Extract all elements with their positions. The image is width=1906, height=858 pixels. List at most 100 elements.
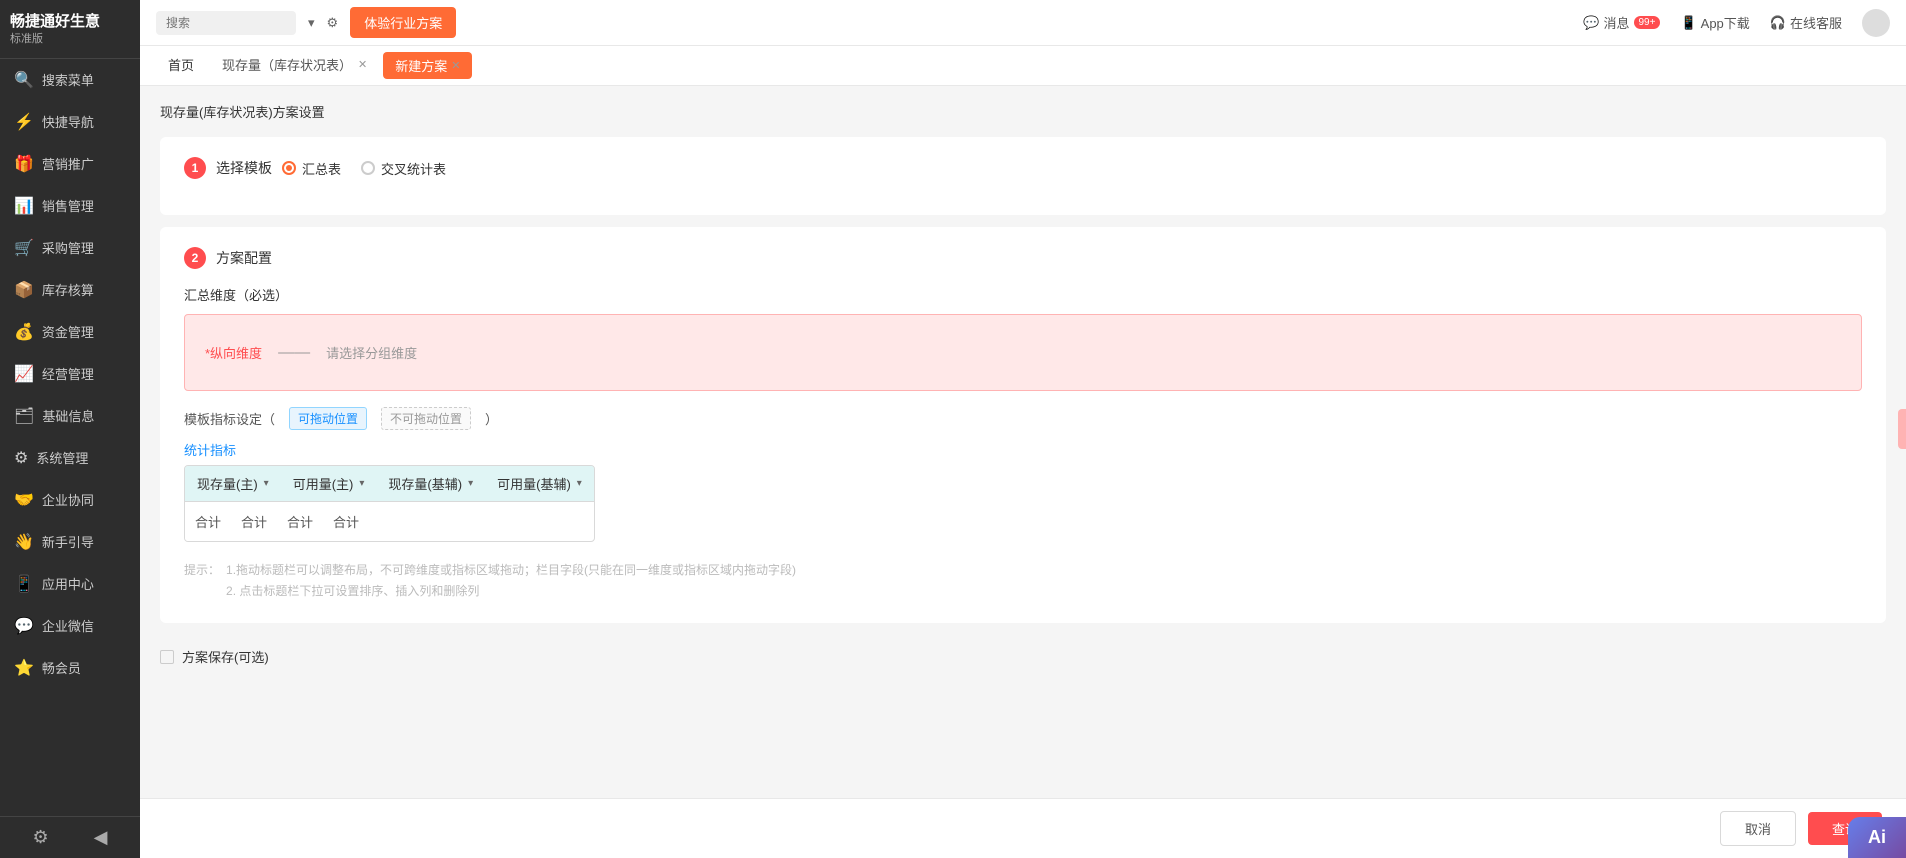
- sidebar-label-search: 搜索菜单: [42, 70, 94, 89]
- sidebar-label-finance: 资金管理: [42, 322, 94, 341]
- topbar-dropdown[interactable]: ▾: [308, 15, 315, 31]
- stat-col-label-1: 可用量(主): [293, 474, 354, 493]
- message-btn[interactable]: 💬 消息 99+: [1583, 13, 1660, 32]
- page-title: 现存量(库存状况表)方案设置: [160, 102, 1886, 121]
- radio-circle-cross: [361, 161, 375, 175]
- sidebar-icon-vip: ⭐: [14, 658, 34, 678]
- stat-col-header-2[interactable]: 现存量(基辅) ▾: [376, 466, 485, 502]
- radio-label-summary: 汇总表: [302, 159, 341, 178]
- dimension-placeholder: 请选择分组维度: [326, 343, 417, 362]
- stat-col-body-1: 合计: [231, 502, 277, 541]
- content-area: 现存量(库存状况表)方案设置 1 选择模板 汇总表交叉统计表 2 方案配置 汇总…: [140, 86, 1906, 798]
- action-bar: 取消 查询: [140, 798, 1906, 858]
- sidebar-item-business[interactable]: 📈 经营管理: [0, 353, 140, 395]
- stat-col-label-0: 现存量(主): [197, 474, 258, 493]
- app-download-btn[interactable]: 📱 App下载: [1680, 13, 1749, 32]
- online-service-btn[interactable]: 🎧 在线客服: [1770, 13, 1842, 32]
- sidebar-item-quick-nav[interactable]: ⚡ 快捷导航: [0, 101, 140, 143]
- sidebar-icon-quick-nav: ⚡: [14, 112, 34, 132]
- tab-new-plan[interactable]: 新建方案 ✕: [383, 52, 472, 79]
- sidebar-item-app-center[interactable]: 📱 应用中心: [0, 563, 140, 605]
- draggable-tag: 可拖动位置: [289, 407, 367, 430]
- stat-col-header-0[interactable]: 现存量(主) ▾: [185, 466, 281, 502]
- tip2: 2. 点击标题栏下拉可设置排序、插入列和删除列: [226, 582, 479, 599]
- sidebar-icon-sales: 📊: [14, 196, 34, 216]
- radio-label-cross: 交叉统计表: [381, 159, 446, 178]
- stat-table: 现存量(主) ▾可用量(主) ▾现存量(基辅) ▾可用量(基辅) ▾ 合计合计合…: [184, 465, 595, 542]
- non-draggable-tag: 不可拖动位置: [381, 407, 471, 430]
- ai-fab-button[interactable]: Ai: [1848, 817, 1906, 858]
- stat-col-chevron-2: ▾: [468, 478, 473, 489]
- sidebar-label-system: 系统管理: [36, 448, 88, 467]
- tab-close-inventory[interactable]: ✕: [358, 58, 367, 71]
- sidebar-logo: 畅捷通好生意 标准版: [0, 0, 140, 59]
- search-input[interactable]: [156, 11, 296, 35]
- sidebar-item-inventory[interactable]: 📦 库存核算: [0, 269, 140, 311]
- stat-col-header-1[interactable]: 可用量(主) ▾: [281, 466, 377, 502]
- sidebar-label-newbie: 新手引导: [42, 532, 94, 551]
- sidebar-label-inventory: 库存核算: [42, 280, 94, 299]
- stat-col-body-3: 合计: [323, 502, 369, 541]
- main-area: ▾ ⚙ 体验行业方案 💬 消息 99+ 📱 App下载 🎧 在线客服 首页现存量…: [140, 0, 1906, 858]
- tab-close-new-plan[interactable]: ✕: [451, 59, 460, 72]
- stat-col-chevron-0: ▾: [264, 478, 269, 489]
- sidebar-icon-search: 🔍: [14, 70, 34, 90]
- sidebar-label-vip: 畅会员: [42, 658, 81, 677]
- tab-home[interactable]: 首页: [156, 46, 206, 85]
- sidebar-item-cooperation[interactable]: 🤝 企业协同: [0, 479, 140, 521]
- radio-circle-summary: [282, 161, 296, 175]
- sidebar-item-sales[interactable]: 📊 销售管理: [0, 185, 140, 227]
- step2-num: 2: [184, 247, 206, 269]
- sidebar-bottom-collapse[interactable]: ◀: [94, 827, 108, 848]
- step1-card: 1 选择模板 汇总表交叉统计表: [160, 137, 1886, 215]
- sidebar-bottom-settings[interactable]: ⚙: [33, 827, 49, 848]
- sidebar-item-purchase[interactable]: 🛒 采购管理: [0, 227, 140, 269]
- dimension-arrow: ——: [278, 344, 310, 362]
- dimension-required: *纵向维度: [205, 343, 262, 362]
- sidebar-icon-wechat: 💬: [14, 616, 34, 636]
- sidebar-label-basic: 基础信息: [42, 406, 94, 425]
- settings-icon[interactable]: ⚙: [327, 15, 339, 31]
- sidebar-icon-app-center: 📱: [14, 574, 34, 594]
- sidebar-item-vip[interactable]: ⭐ 畅会员: [0, 647, 140, 689]
- sidebar-item-marketing[interactable]: 🎁 营销推广: [0, 143, 140, 185]
- save-label: 方案保存(可选): [182, 647, 269, 666]
- sidebar-item-basic[interactable]: 🗂 基础信息: [0, 395, 140, 437]
- dimension-box[interactable]: *纵向维度 —— 请选择分组维度: [184, 314, 1862, 391]
- edition-label: 标准版: [10, 32, 130, 46]
- stat-table-header: 现存量(主) ▾可用量(主) ▾现存量(基辅) ▾可用量(基辅) ▾: [185, 466, 594, 502]
- indicator-label-prefix: 模板指标设定（: [184, 409, 275, 428]
- step1-header: 1 选择模板 汇总表交叉统计表: [184, 157, 1862, 179]
- message-label: 消息: [1603, 13, 1629, 32]
- step1-num: 1: [184, 157, 206, 179]
- sidebar-icon-system: ⚙: [14, 448, 28, 468]
- sidebar-label-app-center: 应用中心: [42, 574, 94, 593]
- tab-inventory[interactable]: 现存量（库存状况表）✕: [210, 46, 379, 85]
- avatar[interactable]: [1862, 9, 1890, 37]
- save-checkbox[interactable]: [160, 650, 174, 664]
- step2-card: 2 方案配置 汇总维度（必选） *纵向维度 —— 请选择分组维度 模板指标设定（…: [160, 227, 1886, 623]
- stat-col-label-3: 可用量(基辅): [497, 474, 571, 493]
- tabs-bar: 首页现存量（库存状况表）✕新建方案 ✕: [140, 46, 1906, 86]
- sidebar-item-system[interactable]: ⚙ 系统管理: [0, 437, 140, 479]
- step2-header: 2 方案配置: [184, 247, 1862, 269]
- sidebar: 畅捷通好生意 标准版 🔍 搜索菜单⚡ 快捷导航🎁 营销推广📊 销售管理🛒 采购管…: [0, 0, 140, 858]
- message-badge: 99+: [1634, 16, 1661, 29]
- stat-col-chevron-1: ▾: [359, 478, 364, 489]
- sidebar-item-newbie[interactable]: 👋 新手引导: [0, 521, 140, 563]
- sidebar-bottom: ⚙◀: [0, 816, 140, 858]
- sidebar-label-wechat: 企业微信: [42, 616, 94, 635]
- stat-col-header-3[interactable]: 可用量(基辅) ▾: [485, 466, 594, 502]
- radio-cross[interactable]: 交叉统计表: [361, 159, 446, 178]
- sidebar-icon-marketing: 🎁: [14, 154, 34, 174]
- dimension-label: 汇总维度（必选）: [184, 285, 1862, 304]
- radio-summary[interactable]: 汇总表: [282, 159, 341, 178]
- message-icon: 💬: [1583, 15, 1599, 31]
- sidebar-item-search[interactable]: 🔍 搜索菜单: [0, 59, 140, 101]
- sidebar-label-business: 经营管理: [42, 364, 94, 383]
- trial-btn[interactable]: 体验行业方案: [350, 7, 456, 38]
- sidebar-item-finance[interactable]: 💰 资金管理: [0, 311, 140, 353]
- indicator-label-suffix: ）: [485, 409, 498, 428]
- sidebar-item-wechat[interactable]: 💬 企业微信: [0, 605, 140, 647]
- cancel-button[interactable]: 取消: [1720, 811, 1796, 846]
